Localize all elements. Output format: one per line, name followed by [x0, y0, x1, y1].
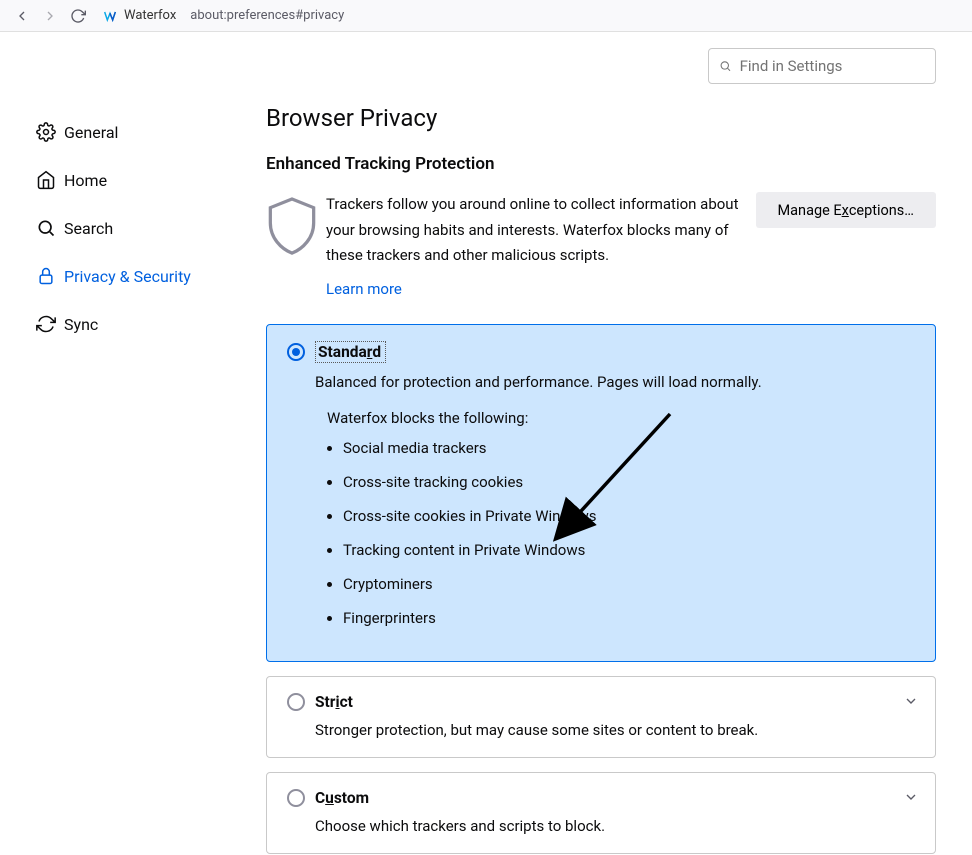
list-item: Cross-site cookies in Private Windows [343, 507, 911, 525]
list-item: Cryptominers [343, 575, 911, 593]
main-panel: Browser Privacy Enhanced Tracking Protec… [250, 32, 972, 855]
lock-icon [36, 266, 64, 286]
browser-toolbar: Waterfox about:preferences#privacy [0, 0, 972, 32]
chevron-down-icon[interactable] [903, 693, 919, 713]
option-desc: Stronger protection, but may cause some … [315, 721, 911, 739]
radio-standard[interactable] [287, 343, 305, 361]
blocks-list: Social media trackers Cross-site trackin… [343, 439, 911, 627]
reload-button[interactable] [64, 2, 92, 30]
etp-option-custom[interactable]: Custom Choose which trackers and scripts… [266, 772, 936, 854]
shield-icon [266, 192, 326, 256]
settings-search[interactable] [708, 48, 936, 84]
chevron-down-icon[interactable] [903, 789, 919, 809]
home-icon [36, 170, 64, 190]
address-bar[interactable]: about:preferences#privacy [190, 8, 344, 23]
search-icon [719, 59, 732, 73]
list-item: Social media trackers [343, 439, 911, 457]
gear-icon [36, 122, 64, 142]
learn-more-link[interactable]: Learn more [326, 277, 402, 303]
etp-option-strict[interactable]: Strict Stronger protection, but may caus… [266, 676, 936, 758]
sidebar: General Home Search Privacy & Security S… [0, 32, 250, 855]
settings-search-input[interactable] [740, 57, 925, 75]
list-item: Cross-site tracking cookies [343, 473, 911, 491]
sidebar-item-general[interactable]: General [36, 112, 250, 152]
sidebar-item-home[interactable]: Home [36, 160, 250, 200]
back-button[interactable] [8, 2, 36, 30]
blocks-label: Waterfox blocks the following: [327, 409, 911, 427]
waterfox-logo-icon [102, 8, 118, 24]
option-desc: Choose which trackers and scripts to blo… [315, 817, 911, 835]
app-name: Waterfox [124, 8, 176, 23]
radio-strict[interactable] [287, 693, 305, 711]
radio-custom[interactable] [287, 789, 305, 807]
sidebar-item-label: Home [64, 171, 107, 190]
app-badge: Waterfox [102, 8, 176, 24]
sidebar-item-label: General [64, 123, 118, 142]
sync-icon [36, 314, 64, 334]
etp-option-standard[interactable]: Standard Balanced for protection and per… [266, 324, 936, 662]
section-subtitle: Enhanced Tracking Protection [266, 154, 936, 174]
forward-button[interactable] [36, 2, 64, 30]
sidebar-item-search[interactable]: Search [36, 208, 250, 248]
page-title: Browser Privacy [266, 104, 936, 132]
intro-text: Trackers follow you around online to col… [326, 192, 756, 302]
sidebar-item-label: Privacy & Security [64, 267, 191, 286]
list-item: Fingerprinters [343, 609, 911, 627]
sidebar-item-label: Sync [64, 315, 98, 334]
sidebar-item-label: Search [64, 219, 113, 238]
option-desc: Balanced for protection and performance.… [315, 373, 911, 391]
search-icon [36, 218, 64, 238]
manage-exceptions-button[interactable]: Manage Exceptions… [756, 192, 936, 228]
sidebar-item-privacy[interactable]: Privacy & Security [36, 256, 250, 296]
sidebar-item-sync[interactable]: Sync [36, 304, 250, 344]
list-item: Tracking content in Private Windows [343, 541, 911, 559]
